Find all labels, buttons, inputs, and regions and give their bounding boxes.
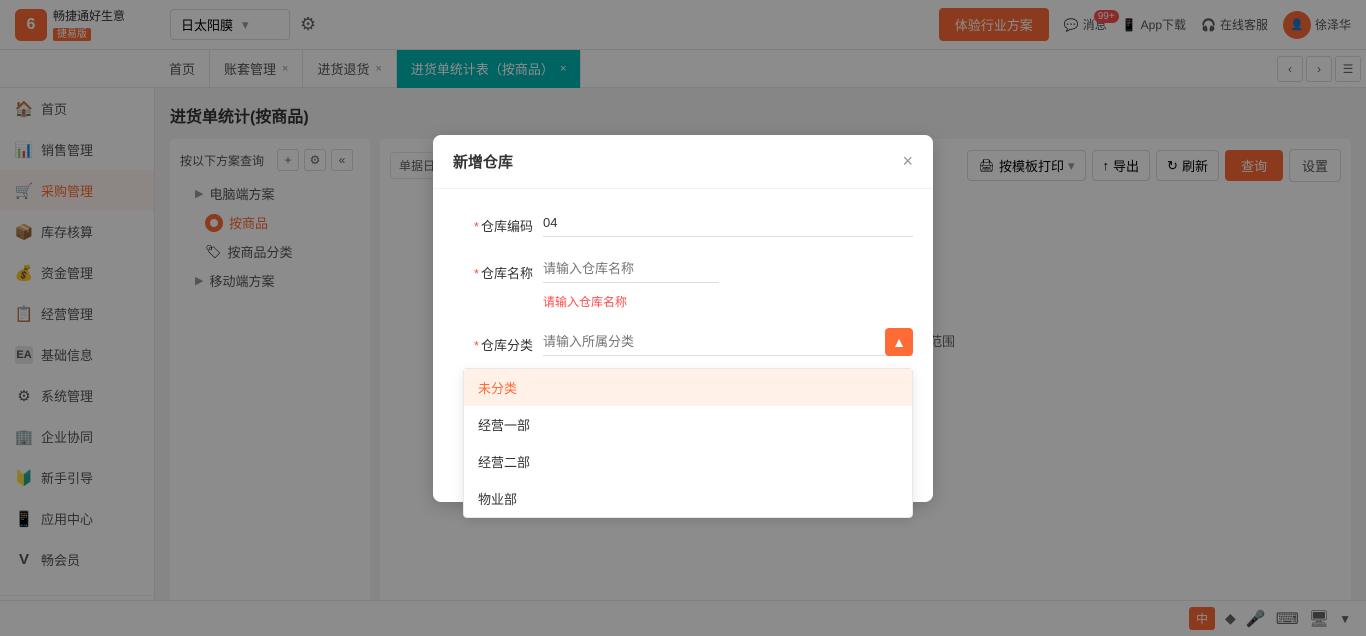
code-label: *仓库编码 (453, 209, 533, 235)
dropdown-item-3[interactable]: 物业部 (464, 480, 912, 517)
code-input[interactable] (543, 209, 913, 237)
modal-overlay: 新增仓库 × *仓库编码 *仓库名称 (0, 0, 1366, 636)
name-error-msg: 请输入仓库名称 (543, 295, 627, 309)
name-error-wrap: 请输入仓库名称 (453, 293, 627, 310)
modal-title: 新增仓库 (453, 151, 513, 172)
name-input[interactable] (543, 255, 719, 283)
category-dropdown-list: 未分类 经营一部 经营二部 物业部 (463, 368, 913, 518)
dropdown-item-1[interactable]: 经营一部 (464, 406, 912, 443)
category-input[interactable] (543, 328, 913, 356)
dropdown-item-2[interactable]: 经营二部 (464, 443, 912, 480)
category-wrap: ▲ 未分类 经营一部 经营二部 物业部 (543, 328, 913, 356)
category-dropdown-toggle[interactable]: ▲ (885, 328, 913, 356)
modal-add-warehouse: 新增仓库 × *仓库编码 *仓库名称 (433, 135, 933, 502)
modal-body: *仓库编码 *仓库名称 请输入仓库名称 (433, 189, 933, 440)
dropdown-item-0[interactable]: 未分类 (464, 369, 912, 406)
modal-close-btn[interactable]: × (902, 152, 913, 170)
category-label: *仓库分类 (453, 328, 533, 354)
form-row-code: *仓库编码 (453, 209, 913, 237)
form-row-name: *仓库名称 请输入仓库名称 (453, 255, 913, 310)
name-input-wrap (543, 255, 913, 283)
name-label: *仓库名称 (453, 256, 533, 282)
name-input-row: *仓库名称 (453, 255, 913, 283)
form-row-category: *仓库分类 ▲ 未分类 经营一部 经营二部 物业部 (453, 328, 913, 356)
modal-header: 新增仓库 × (433, 135, 933, 189)
